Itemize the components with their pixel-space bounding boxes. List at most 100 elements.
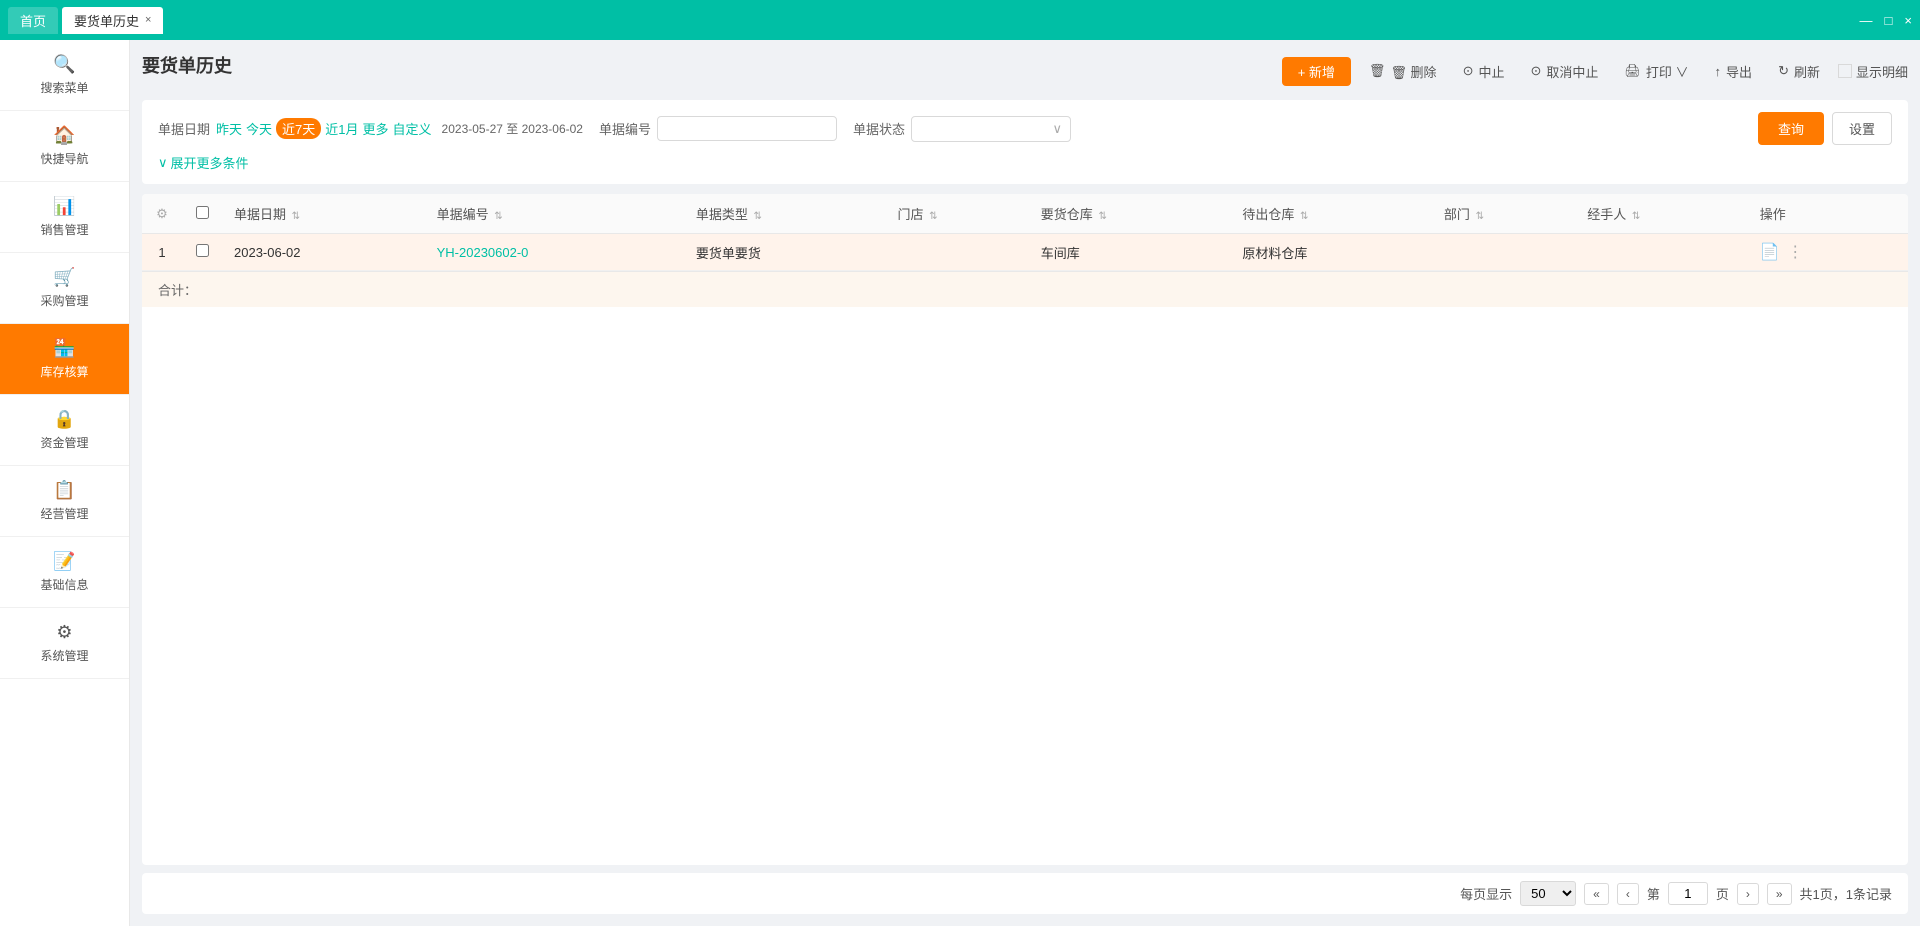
table-footer: 合计：: [142, 271, 1908, 307]
sidebar-item-finance-mgmt[interactable]: 🔒 资金管理: [0, 395, 129, 466]
date-range-display: 2023-05-27 至 2023-06-02: [442, 120, 583, 137]
next-page-button[interactable]: ›: [1737, 883, 1759, 905]
page-size-select[interactable]: 50 100 200: [1520, 881, 1576, 906]
date-filter-label: 单据日期: [158, 119, 210, 138]
delete-label: 🗑 删除: [1390, 62, 1436, 81]
order-status-filter: 单据状态 ∨: [853, 116, 1071, 142]
date-today[interactable]: 今天: [246, 119, 272, 138]
search-menu-icon: 🔍: [53, 54, 75, 75]
cell-order-no: YH-20230602-0: [425, 234, 684, 271]
col-dept: 部门 ⇅: [1432, 194, 1575, 234]
order-status-label: 单据状态: [853, 119, 905, 138]
sidebar-item-finance-mgmt-label: 资金管理: [40, 434, 88, 451]
row-checkbox[interactable]: [196, 244, 209, 257]
tab-home[interactable]: 首页: [8, 7, 58, 34]
first-page-button[interactable]: «: [1584, 883, 1609, 905]
sidebar-item-search-menu-label: 搜索菜单: [40, 79, 88, 96]
date-7days[interactable]: 近7天: [276, 118, 321, 139]
maximize-button[interactable]: □: [1885, 13, 1893, 28]
cancel-stop-button[interactable]: ⊙ 取消中止: [1522, 58, 1606, 85]
settings-button[interactable]: 设置: [1832, 112, 1892, 145]
select-all-checkbox[interactable]: [196, 206, 209, 219]
col-req-warehouse-sort-icon[interactable]: ⇅: [1098, 211, 1106, 222]
date-1month[interactable]: 近1月: [325, 119, 358, 138]
cell-checkbox: [182, 234, 222, 271]
edit-action-icon[interactable]: 📄: [1760, 244, 1780, 261]
page-number-input[interactable]: [1668, 882, 1708, 905]
system-mgmt-icon: ⚙: [56, 622, 72, 643]
date-more[interactable]: 更多: [363, 119, 389, 138]
table-header-row: ⚙ 单据日期 ⇅ 单据编号 ⇅: [142, 194, 1908, 234]
content-area: 要货单历史 + 新增 🗑 🗑 删除 ⊙ 中止 ⊙ 取消中止 🖨 打印 ∨: [130, 40, 1920, 926]
sidebar: 🔍 搜索菜单 🏠 快捷导航 📊 销售管理 🛒 采购管理 🏪 库存核算 🔒 资金管…: [0, 40, 130, 926]
total-record-label: 共1页，1条记录: [1800, 884, 1892, 903]
date-yesterday[interactable]: 昨天: [216, 119, 242, 138]
sidebar-item-system-mgmt[interactable]: ⚙ 系统管理: [0, 608, 129, 679]
col-order-no: 单据编号 ⇅: [425, 194, 684, 234]
tab-close-icon[interactable]: ×: [145, 14, 151, 26]
expand-conditions-button[interactable]: ∨ 展开更多条件: [158, 153, 1892, 172]
cell-store: [885, 234, 1028, 271]
sidebar-item-operations-mgmt-label: 经营管理: [40, 505, 88, 522]
delete-button[interactable]: 🗑 🗑 删除: [1361, 58, 1445, 85]
minimize-button[interactable]: —: [1860, 13, 1873, 28]
col-date-sort-icon[interactable]: ⇅: [292, 211, 300, 222]
export-icon: ↑: [1715, 64, 1722, 79]
order-no-filter: 单据编号: [599, 116, 837, 141]
col-handler-sort-icon[interactable]: ⇅: [1632, 211, 1640, 222]
page-unit-label: 页: [1716, 884, 1729, 903]
cancel-stop-label: 取消中止: [1546, 62, 1598, 81]
col-store-sort-icon[interactable]: ⇅: [929, 211, 937, 222]
col-dept-sort-icon[interactable]: ⇅: [1476, 211, 1484, 222]
sales-mgmt-icon: 📊: [53, 196, 75, 217]
table-row: 1 2023-06-02 YH-20230602-0 要货单要货 车间库 原材料…: [142, 234, 1908, 271]
refresh-icon: ↻: [1778, 63, 1789, 79]
total-label: 合计：: [158, 283, 197, 298]
window-controls: — □ ×: [1860, 13, 1912, 28]
show-detail-label: 显示明细: [1856, 62, 1908, 81]
order-no-link[interactable]: YH-20230602-0: [437, 245, 529, 260]
col-type-sort-icon[interactable]: ⇅: [754, 211, 762, 222]
print-icon: 🖨: [1624, 63, 1641, 79]
col-pending-warehouse-sort-icon[interactable]: ⇅: [1300, 211, 1308, 222]
col-pending-warehouse-label: 待出仓库: [1242, 207, 1294, 222]
col-date-label: 单据日期: [234, 207, 286, 222]
stop-label: 中止: [1478, 62, 1504, 81]
show-detail-checkbox[interactable]: [1838, 64, 1852, 78]
sidebar-item-inventory[interactable]: 🏪 库存核算: [0, 324, 129, 395]
sidebar-item-sales-mgmt[interactable]: 📊 销售管理: [0, 182, 129, 253]
col-type-label: 单据类型: [696, 207, 748, 222]
order-status-select[interactable]: ∨: [911, 116, 1071, 142]
export-button[interactable]: ↑ 导出: [1707, 58, 1761, 85]
col-date: 单据日期 ⇅: [222, 194, 425, 234]
stop-button[interactable]: ⊙ 中止: [1455, 58, 1513, 85]
sidebar-item-quick-nav[interactable]: 🏠 快捷导航: [0, 111, 129, 182]
query-button[interactable]: 查询: [1758, 112, 1824, 145]
print-button[interactable]: 🖨 打印 ∨: [1616, 58, 1696, 85]
col-action: 操作: [1748, 194, 1908, 234]
last-page-button[interactable]: »: [1767, 883, 1792, 905]
sidebar-item-operations-mgmt[interactable]: 📋 经营管理: [0, 466, 129, 537]
date-custom[interactable]: 自定义: [393, 119, 432, 138]
col-order-no-label: 单据编号: [437, 207, 489, 222]
col-handler: 经手人 ⇅: [1575, 194, 1747, 234]
close-button[interactable]: ×: [1904, 13, 1912, 28]
settings-icon[interactable]: ⚙: [156, 206, 168, 221]
sidebar-item-basic-info[interactable]: 📝 基础信息: [0, 537, 129, 608]
data-table: ⚙ 单据日期 ⇅ 单据编号 ⇅: [142, 194, 1908, 271]
new-button[interactable]: + 新增: [1282, 57, 1351, 86]
expand-icon: ∨: [158, 155, 168, 171]
sidebar-item-quick-nav-label: 快捷导航: [40, 150, 88, 167]
date-filter: 单据日期 昨天 今天 近7天 近1月 更多 自定义 2023-05-27 至 2…: [158, 118, 583, 139]
col-order-no-sort-icon[interactable]: ⇅: [494, 211, 502, 222]
tab-requisition-history[interactable]: 要货单历史 ×: [62, 7, 163, 34]
refresh-button[interactable]: ↻ 刷新: [1770, 58, 1828, 85]
sidebar-item-purchase-mgmt[interactable]: 🛒 采购管理: [0, 253, 129, 324]
col-type: 单据类型 ⇅: [684, 194, 886, 234]
sidebar-item-search-menu[interactable]: 🔍 搜索菜单: [0, 40, 129, 111]
prev-page-button[interactable]: ‹: [1617, 883, 1639, 905]
more-action-icon[interactable]: ⋮: [1787, 244, 1803, 261]
cell-handler: [1575, 234, 1747, 271]
order-no-label: 单据编号: [599, 119, 651, 138]
order-no-input[interactable]: [657, 116, 837, 141]
